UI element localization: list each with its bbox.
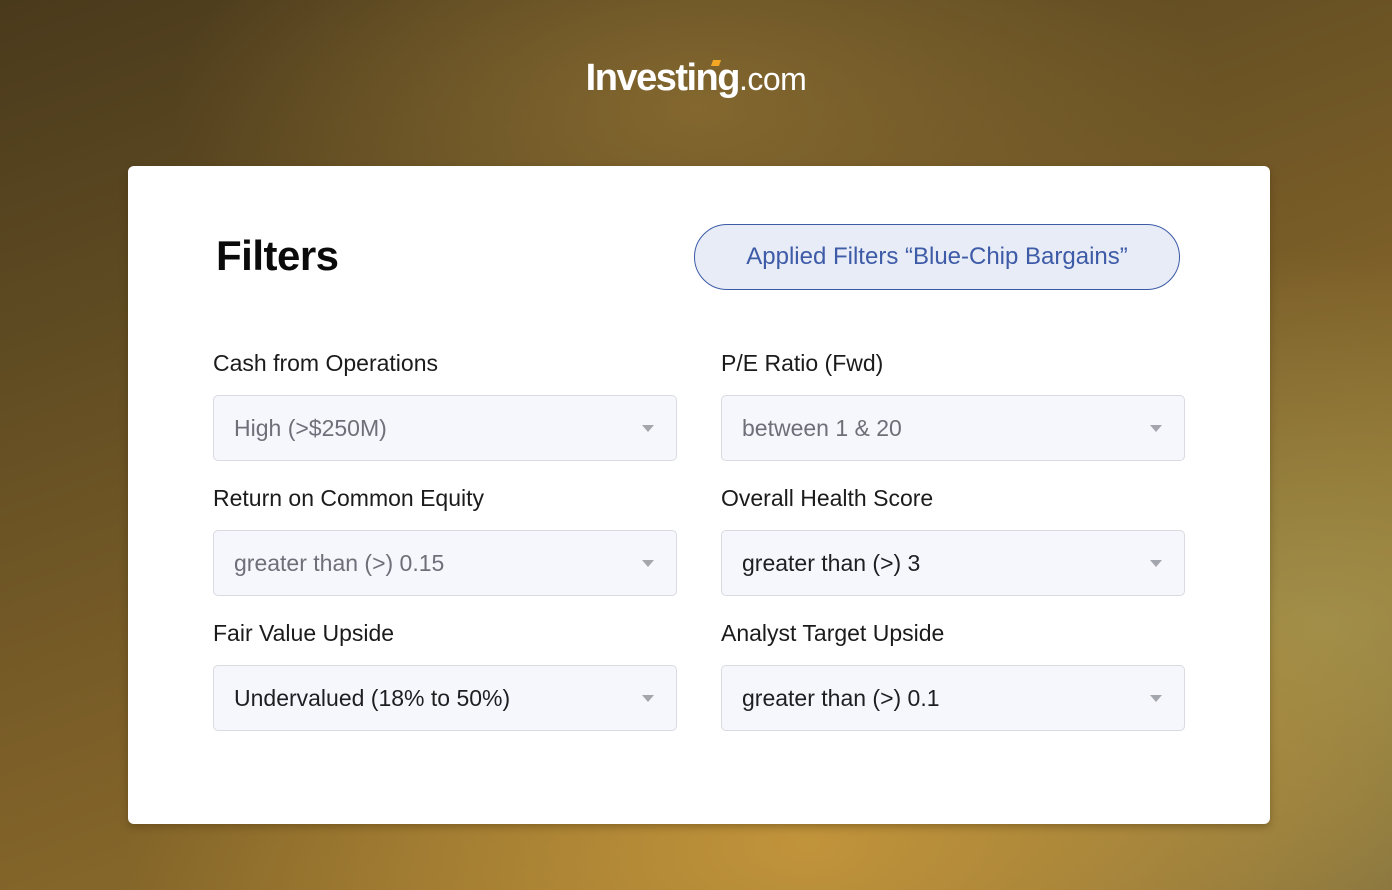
filter-label: Fair Value Upside xyxy=(213,620,395,646)
filter-value: Undervalued (18% to 50%) xyxy=(234,684,511,711)
filter-label: Return on Common Equity xyxy=(213,485,485,511)
filter-select-return-on-common-equity[interactable]: greater than (>) 0.15 xyxy=(213,530,677,596)
filter-return-on-common-equity: Return on Common Equity greater than (>)… xyxy=(213,483,677,596)
chevron-down-icon xyxy=(1150,424,1162,432)
applied-filters-button[interactable]: Applied Filters “Blue-Chip Bargains” xyxy=(694,224,1180,290)
filter-cash-from-operations: Cash from Operations High (>$250M) xyxy=(213,348,677,461)
investing-logo[interactable]: Investing .com xyxy=(0,58,1392,106)
filter-analyst-target-upside: Analyst Target Upside greater than (>) 0… xyxy=(721,618,1185,731)
filter-select-pe-ratio-fwd[interactable]: between 1 & 20 xyxy=(721,395,1185,461)
filter-select-analyst-target-upside[interactable]: greater than (>) 0.1 xyxy=(721,665,1185,731)
logo-tld: .com xyxy=(738,61,807,97)
filter-value: greater than (>) 3 xyxy=(742,549,921,576)
chevron-down-icon xyxy=(1150,694,1162,702)
filter-overall-health-score: Overall Health Score greater than (>) 3 xyxy=(721,483,1185,596)
chevron-down-icon xyxy=(642,559,654,567)
filter-select-cash-from-operations[interactable]: High (>$250M) xyxy=(213,395,677,461)
filter-select-fair-value-upside[interactable]: Undervalued (18% to 50%) xyxy=(213,665,677,731)
filter-fair-value-upside: Fair Value Upside Undervalued (18% to 50… xyxy=(213,618,677,731)
filter-label: Cash from Operations xyxy=(213,350,438,376)
chevron-down-icon xyxy=(1150,559,1162,567)
page-title: Filters xyxy=(216,232,339,279)
chevron-down-icon xyxy=(642,424,654,432)
filter-value: greater than (>) 0.1 xyxy=(742,684,940,711)
filter-label: Overall Health Score xyxy=(721,485,934,511)
filter-label: Analyst Target Upside xyxy=(721,620,945,646)
filters-panel: Filters Applied Filters “Blue-Chip Barga… xyxy=(128,166,1270,824)
logo-brand: Investing xyxy=(585,57,741,99)
chevron-down-icon xyxy=(642,694,654,702)
filter-value: between 1 & 20 xyxy=(742,414,902,441)
filter-select-overall-health-score[interactable]: greater than (>) 3 xyxy=(721,530,1185,596)
filter-pe-ratio-fwd: P/E Ratio (Fwd) between 1 & 20 xyxy=(721,348,1185,461)
filter-label: P/E Ratio (Fwd) xyxy=(721,350,884,376)
logo-accent-mark xyxy=(710,60,721,66)
filter-value: greater than (>) 0.15 xyxy=(234,549,445,576)
filter-value: High (>$250M) xyxy=(234,414,387,441)
